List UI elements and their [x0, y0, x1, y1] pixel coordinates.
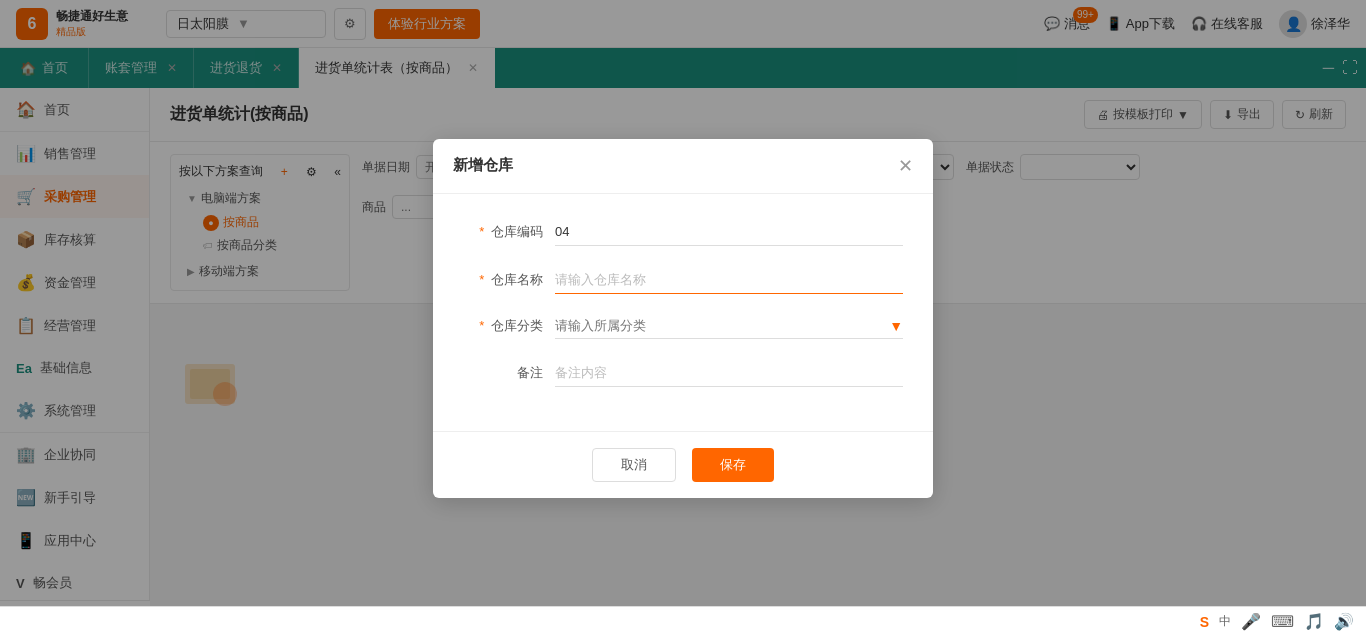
chinese-input-icon[interactable]: 中 [1219, 613, 1231, 630]
modal-title: 新增仓库 [453, 156, 513, 175]
category-input[interactable] [555, 318, 889, 333]
keyboard-icon[interactable]: ⌨ [1271, 612, 1294, 631]
warehouse-category-select[interactable]: ▼ [555, 314, 903, 339]
form-label-name: * 仓库名称 [463, 271, 543, 289]
required-icon-name: * [479, 272, 484, 287]
modal-body: * 仓库编码 * 仓库名称 * 仓库分类 [433, 194, 933, 431]
modal-footer: 取消 保存 [433, 431, 933, 498]
modal-header: 新增仓库 ✕ [433, 139, 933, 194]
music-icon[interactable]: 🎵 [1304, 612, 1324, 631]
modal-new-warehouse: 新增仓库 ✕ * 仓库编码 * 仓库名称 [433, 139, 933, 498]
form-row-category: * 仓库分类 ▼ [463, 314, 903, 339]
sougou-icon[interactable]: S [1200, 614, 1209, 630]
cancel-button[interactable]: 取消 [592, 448, 676, 482]
form-row-code: * 仓库编码 [463, 218, 903, 246]
form-row-name: * 仓库名称 [463, 266, 903, 294]
form-label-category: * 仓库分类 [463, 317, 543, 335]
modal-overlay[interactable]: 新增仓库 ✕ * 仓库编码 * 仓库名称 [0, 0, 1366, 636]
warehouse-name-input[interactable] [555, 266, 903, 294]
warehouse-code-input[interactable] [555, 218, 903, 246]
form-label-note: 备注 [463, 364, 543, 382]
required-icon-category: * [479, 318, 484, 333]
volume-bottom-icon[interactable]: 🔊 [1334, 612, 1354, 631]
warehouse-note-input[interactable] [555, 359, 903, 387]
bottom-bar: S 中 🎤 ⌨ 🎵 🔊 [0, 606, 1366, 636]
mic-icon[interactable]: 🎤 [1241, 612, 1261, 631]
save-button[interactable]: 保存 [692, 448, 774, 482]
modal-close-btn[interactable]: ✕ [898, 155, 913, 177]
category-dropdown-arrow: ▼ [889, 318, 903, 334]
form-label-code: * 仓库编码 [463, 223, 543, 241]
form-row-note: 备注 [463, 359, 903, 387]
required-icon-code: * [479, 224, 484, 239]
